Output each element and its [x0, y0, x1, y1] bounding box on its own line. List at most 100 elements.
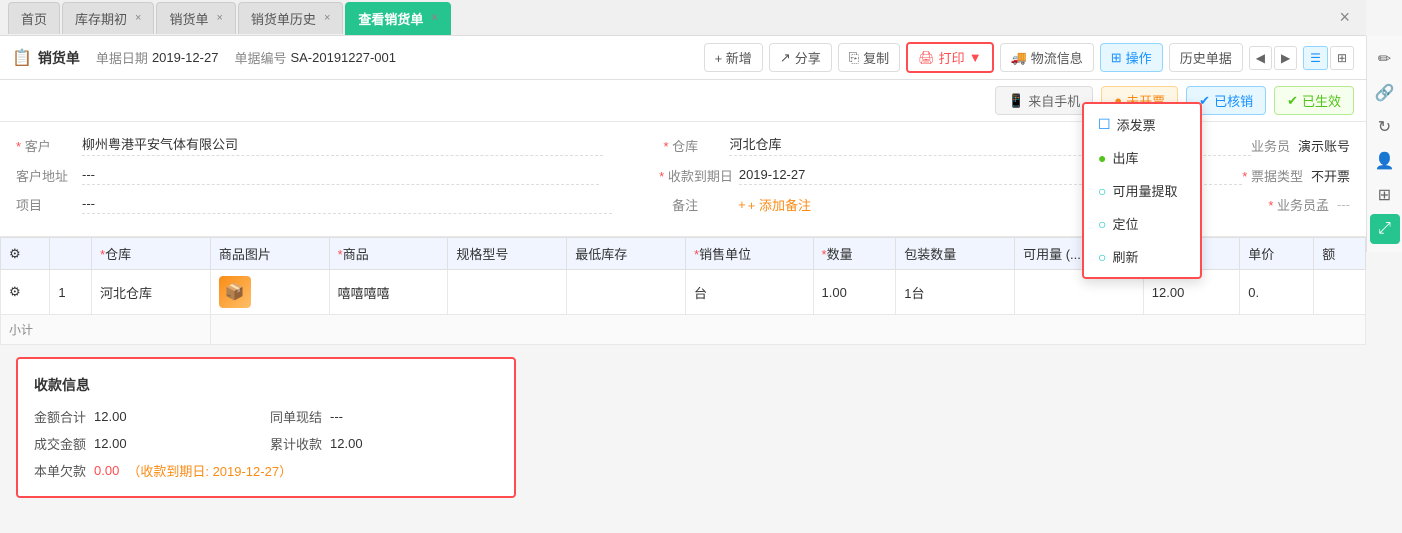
outbound-item[interactable]: ● 出库 [1084, 141, 1200, 174]
tab-home[interactable]: 首页 [8, 2, 60, 34]
due-date-suffix: （收款到期日: 2019-12-27） [127, 461, 292, 480]
copy-button[interactable]: ⎘ 复制 [838, 43, 900, 72]
print-dropdown-icon: ▼ [969, 50, 982, 65]
tab-sales-order-close[interactable]: × [216, 12, 222, 24]
tab-inventory-init[interactable]: 库存期初 × [62, 2, 154, 34]
tab-sales-history-close[interactable]: × [324, 12, 330, 24]
refresh-item[interactable]: ○ 刷新 [1084, 240, 1200, 273]
ticket-type-area: * 票据类型 不开票 [1242, 166, 1350, 185]
col-price: 单价 [1240, 238, 1314, 270]
col-min-stock: 最低库存 [567, 238, 686, 270]
next-button[interactable]: ▶ [1274, 46, 1297, 70]
tab-inventory-label: 库存期初 [75, 9, 127, 28]
col-quantity: *数量 [813, 238, 896, 270]
locate-item[interactable]: ○ 定位 [1084, 207, 1200, 240]
edit-icon[interactable]: ✏ [1370, 44, 1400, 74]
logistics-button[interactable]: 🚚 物流信息 [1000, 43, 1094, 72]
table-icon[interactable]: ⊞ [1370, 180, 1400, 210]
outbound-icon: ● [1098, 150, 1106, 166]
subtotal-row: 小计 [1, 315, 1366, 345]
add-invoice-icon: ☐ [1098, 116, 1111, 133]
doc-number-label: 单据编号 SA-20191227-001 [234, 48, 396, 67]
share-button[interactable]: ↗ 分享 [769, 43, 832, 72]
operations-dropdown: ☐ 添发票 ● 出库 ○ 可用量提取 ○ 定位 ○ 刷新 [1082, 102, 1202, 279]
grid-view-button[interactable]: ⊞ [1330, 46, 1354, 70]
col-settings[interactable]: ⚙ [1, 238, 50, 270]
col-product-img: 商品图片 [210, 238, 329, 270]
same-settlement-value: --- [330, 409, 343, 424]
add-note-button[interactable]: + + 添加备注 [738, 195, 811, 214]
operations-button[interactable]: ⊞ 操作 [1100, 43, 1163, 72]
expand-icon[interactable]: ⤢ [1370, 214, 1400, 244]
available-qty-item[interactable]: ○ 可用量提取 [1084, 174, 1200, 207]
link-icon[interactable]: 🔗 [1370, 78, 1400, 108]
row-product-img: 📦 [210, 270, 329, 315]
row-package-qty: 1台 [896, 270, 1015, 315]
logistics-icon: 🚚 [1011, 50, 1027, 66]
row-price: 0. [1240, 270, 1314, 315]
tab-view-sales[interactable]: 查看销货单 × [345, 2, 450, 35]
tab-sales-order-label: 销货单 [169, 9, 208, 28]
effective-icon: ✔ [1287, 93, 1298, 109]
add-note-icon: + [738, 197, 746, 212]
row-num: 1 [50, 270, 92, 315]
tab-sales-order[interactable]: 销货单 × [156, 2, 235, 34]
payment-info-section: 收款信息 金额合计 12.00 同单现结 --- 成交金额 12.00 累计收款… [16, 357, 516, 498]
col-num [50, 238, 92, 270]
row-spec [448, 270, 567, 315]
document-header: 📋 销货单 单据日期 2019-12-27 单据编号 SA-20191227-0… [0, 36, 1366, 80]
col-amount: 额 [1314, 238, 1366, 270]
locate-icon: ○ [1098, 216, 1106, 232]
doc-date-label: 单据日期 2019-12-27 [96, 48, 219, 67]
add-invoice-item[interactable]: ☐ 添发票 [1084, 108, 1200, 141]
row-amount [1314, 270, 1366, 315]
list-view-button[interactable]: ☰ [1303, 46, 1328, 70]
tab-home-label: 首页 [21, 9, 47, 28]
doc-icon: 📋 [12, 48, 32, 68]
print-icon: 🖨 [918, 50, 935, 66]
print-button[interactable]: 🖨 打印 ▼ [906, 42, 993, 73]
row-unit: 台 [686, 270, 814, 315]
deal-amount-item: 成交金额 12.00 [34, 434, 262, 453]
outbound-label: 出库 [1112, 148, 1138, 167]
available-qty-icon: ○ [1098, 183, 1106, 199]
mobile-icon: 📱 [1008, 93, 1024, 109]
refresh-label: 刷新 [1112, 247, 1138, 266]
new-button[interactable]: + 新增 [704, 43, 763, 72]
project-field: 项目 --- [16, 195, 612, 214]
right-sidebar: ✏ 🔗 ↻ 👤 ⊞ ⤢ [1366, 36, 1402, 252]
cumulative-payment-value: 12.00 [330, 436, 363, 451]
tab-inventory-close[interactable]: × [135, 12, 141, 24]
user-icon[interactable]: 👤 [1370, 146, 1400, 176]
doc-date-value: 2019-12-27 [152, 50, 219, 65]
address-field: 客户地址 --- [16, 166, 599, 185]
deal-amount-value: 12.00 [94, 436, 127, 451]
effective-status-button[interactable]: ✔ 已生效 [1274, 86, 1354, 115]
col-spec: 规格型号 [448, 238, 567, 270]
mobile-button[interactable]: 📱 来自手机 [995, 86, 1093, 115]
doc-meta: 单据日期 2019-12-27 单据编号 SA-20191227-001 [96, 48, 396, 67]
payment-info-title: 收款信息 [34, 375, 498, 395]
col-unit: *销售单位 [686, 238, 814, 270]
toolbar: + 新增 ↗ 分享 ⎘ 复制 🖨 打印 ▼ 🚚 物流信息 [704, 42, 1354, 73]
staff-value: 演示账号 [1298, 136, 1350, 155]
customer-field: * 客户 柳州粤港平安气体有限公司 [16, 134, 603, 156]
row-settings[interactable]: ⚙ [1, 270, 50, 315]
refresh-icon[interactable]: ↻ [1370, 112, 1400, 142]
view-toggle: ☰ ⊞ [1303, 46, 1354, 70]
ticket-type-value: 不开票 [1311, 166, 1350, 185]
total-amount-value: 12.00 [94, 409, 127, 424]
tab-sales-history[interactable]: 销货单历史 × [238, 2, 343, 34]
business-staff-area: * 业务员孟 --- [1268, 195, 1350, 214]
col-package-qty: 包装数量 [896, 238, 1015, 270]
col-product: *商品 [329, 238, 448, 270]
tab-bar-close-button[interactable]: × [1331, 7, 1358, 28]
customer-value: 柳州粤港平安气体有限公司 [82, 134, 603, 156]
product-image: 📦 [219, 276, 251, 308]
prev-button[interactable]: ◀ [1249, 46, 1272, 70]
tab-view-sales-close[interactable]: × [431, 12, 437, 24]
operations-icon: ⊞ [1111, 50, 1122, 66]
due-amount-value: 0.00 [94, 463, 119, 478]
history-button[interactable]: 历史单据 [1169, 43, 1243, 72]
staff-area: 业务员 演示账号 [1251, 136, 1350, 155]
